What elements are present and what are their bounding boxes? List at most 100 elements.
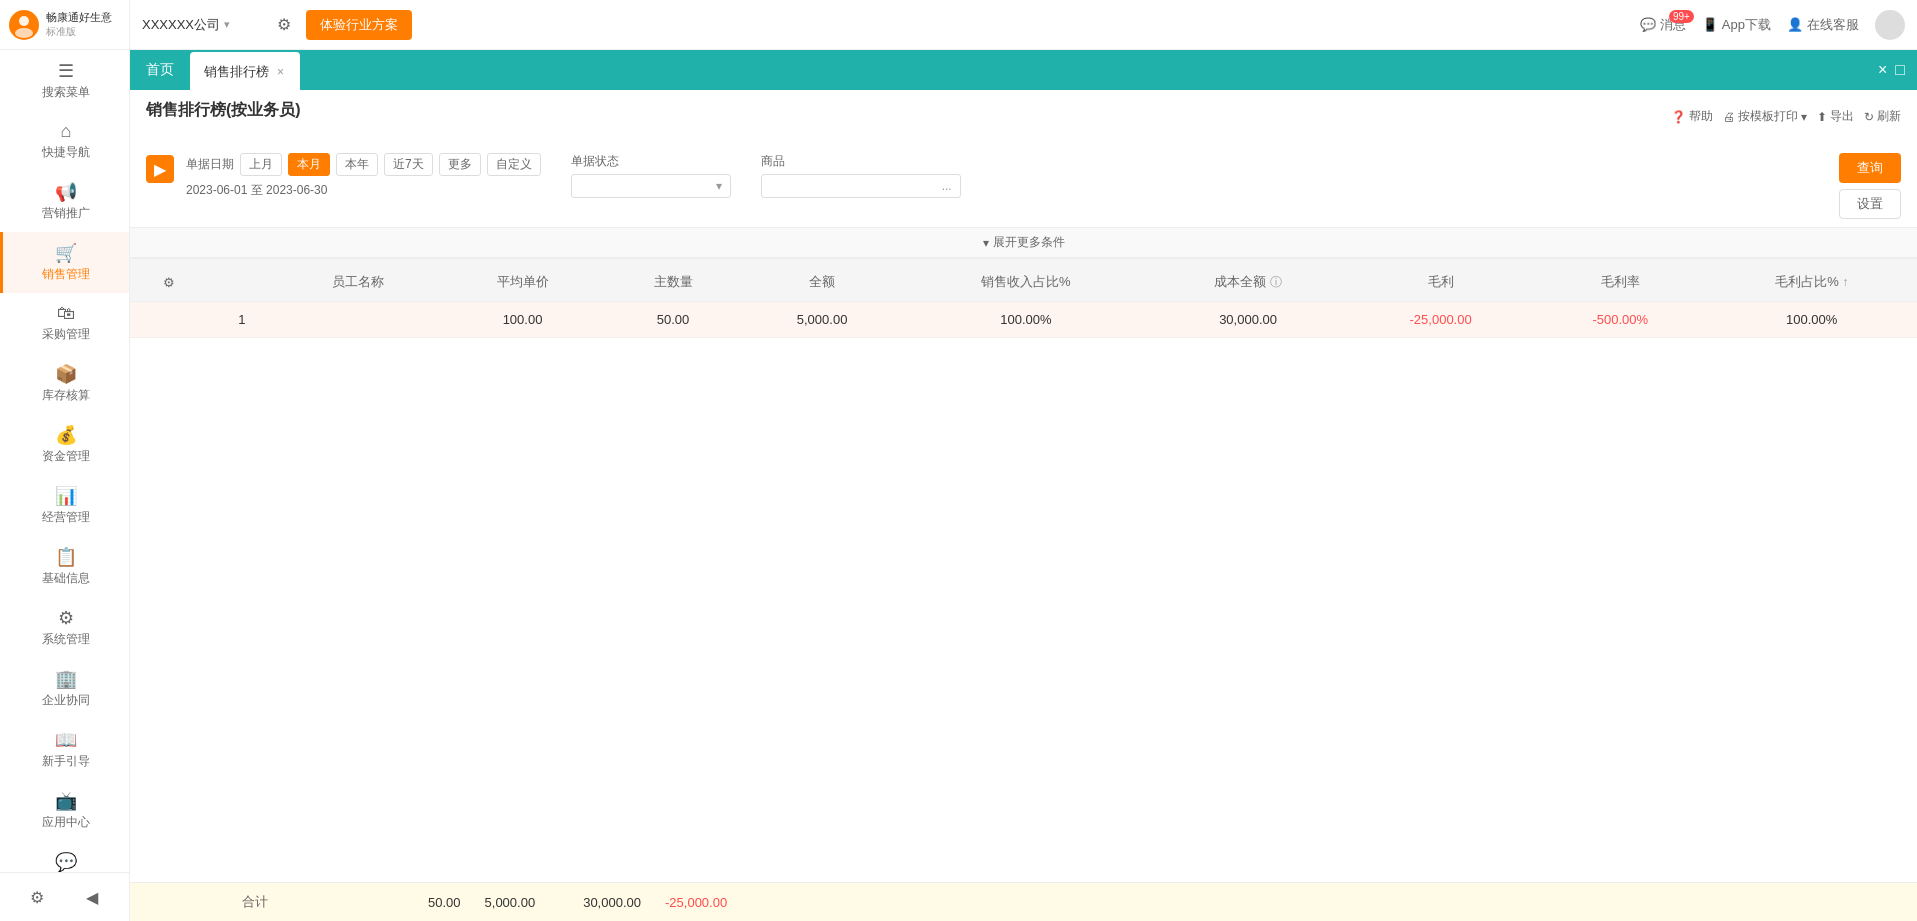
sidebar-item-basic-info[interactable]: 📋 基础信息	[0, 536, 129, 597]
company-selector[interactable]: XXXXXX公司 ▾	[142, 16, 262, 34]
sidebar-item-app-center-label: 应用中心	[42, 814, 90, 831]
date-btn-more[interactable]: 更多	[439, 153, 481, 176]
sidebar-item-marketing[interactable]: 📢 营销推广	[0, 171, 129, 232]
tab-sales-ranking[interactable]: 销售排行榜 ×	[190, 52, 300, 92]
filter-section: 销售排行榜(按业务员) ❓ 帮助 🖨 按模板打印 ▾ ⬆ 导出	[130, 90, 1917, 259]
th-cost: 成本全额 ⓘ	[1149, 263, 1347, 302]
date-btn-custom[interactable]: 自定义	[487, 153, 541, 176]
sidebar-item-finance[interactable]: 💰 资金管理	[0, 414, 129, 475]
sidebar-item-management-label: 经营管理	[42, 509, 90, 526]
sidebar-item-system-label: 系统管理	[42, 631, 90, 648]
user-avatar[interactable]	[1875, 10, 1905, 40]
sidebar-item-search[interactable]: ☰ 搜索菜单	[0, 50, 129, 111]
enterprise-icon: 🏢	[55, 668, 77, 690]
refresh-button[interactable]: ↻ 刷新	[1864, 108, 1901, 125]
status-filter-label: 单据状态	[571, 153, 731, 170]
system-icon: ⚙	[58, 607, 74, 629]
sidebar-item-guide-label: 新手引导	[42, 753, 90, 770]
message-badge: 99+	[1669, 10, 1694, 23]
footer-total-label: 合计	[242, 893, 392, 911]
sidebar-item-sales[interactable]: 🛒 销售管理	[0, 232, 129, 293]
tab-minimize-button[interactable]: ×	[1878, 61, 1887, 79]
sidebar-item-purchase[interactable]: 🛍 采购管理	[0, 293, 129, 353]
tab-close-icon[interactable]: ×	[275, 63, 286, 81]
footer-main-qty: 50.00	[416, 895, 473, 910]
page-content: 销售排行榜(按业务员) ❓ 帮助 🖨 按模板打印 ▾ ⬆ 导出	[130, 90, 1917, 921]
export-button[interactable]: ⬆ 导出	[1817, 108, 1854, 125]
sidebar-item-wechat[interactable]: 💬 企业微信	[0, 841, 129, 872]
sidebar-item-management[interactable]: 📊 经营管理	[0, 475, 129, 536]
status-select[interactable]: ▾	[571, 174, 731, 198]
footer-cost: 30,000.00	[571, 895, 653, 910]
header-right: 💬 消息 99+ 📱 App下载 👤 在线客服	[1640, 10, 1905, 40]
expand-more-button[interactable]: ▾ 展开更多条件	[983, 234, 1065, 251]
sidebar-item-inventory[interactable]: 📦 库存核算	[0, 353, 129, 414]
online-service-button[interactable]: 👤 在线客服	[1787, 16, 1859, 34]
expand-more-label: 展开更多条件	[993, 234, 1065, 251]
expand-more-icon: ▾	[983, 236, 989, 250]
sidebar-collapse-button[interactable]: ◀	[78, 883, 106, 911]
basic-info-icon: 📋	[55, 546, 77, 568]
app-edition: 标准版	[46, 25, 112, 39]
management-icon: 📊	[55, 485, 77, 507]
cell-gross-pct: 100.00%	[1706, 302, 1917, 338]
th-settings[interactable]: ⚙	[130, 263, 208, 302]
date-filter-label: 单据日期	[186, 156, 234, 173]
table-row: 1 100.00 50.00 5,000.00 100.00% 30,000.0…	[130, 302, 1917, 338]
cell-gross-rate: -500.00%	[1534, 302, 1707, 338]
sidebar-settings-button[interactable]: ⚙	[23, 883, 51, 911]
company-name: XXXXXX公司	[142, 16, 220, 34]
date-btn-last-month[interactable]: 上月	[240, 153, 282, 176]
th-main-qty: 主数量	[605, 263, 741, 302]
date-btn-7-days[interactable]: 近7天	[384, 153, 433, 176]
cell-main-qty: 50.00	[605, 302, 741, 338]
sidebar-item-guide[interactable]: 📖 新手引导	[0, 719, 129, 780]
cell-settings	[130, 302, 208, 338]
sidebar-item-system[interactable]: ⚙ 系统管理	[0, 597, 129, 658]
expand-filter-button[interactable]: ▶	[146, 155, 174, 183]
export-icon: ⬆	[1817, 110, 1827, 124]
trial-button[interactable]: 体验行业方案	[306, 10, 412, 40]
help-button[interactable]: ❓ 帮助	[1671, 108, 1713, 125]
tab-maximize-button[interactable]: □	[1895, 61, 1905, 79]
th-gross-rate: 毛利率	[1534, 263, 1707, 302]
cell-rank: 1	[208, 302, 276, 338]
tab-bar: 首页 销售排行榜 × × □	[130, 50, 1917, 90]
date-filter-group: 单据日期 上月 本月 本年 近7天 更多 自定义 2023-06-01 至 20…	[186, 153, 541, 199]
print-button[interactable]: 🖨 按模板打印 ▾	[1723, 108, 1807, 125]
query-button[interactable]: 查询	[1839, 153, 1901, 183]
marketing-icon: 📢	[55, 181, 77, 203]
tab-home[interactable]: 首页	[130, 50, 190, 90]
sidebar-item-inventory-label: 库存核算	[42, 387, 90, 404]
guide-icon: 📖	[55, 729, 77, 751]
sidebar-item-enterprise-label: 企业协同	[42, 692, 90, 709]
print-arrow-icon: ▾	[1801, 110, 1807, 124]
cost-info-icon[interactable]: ⓘ	[1270, 275, 1282, 289]
footer-row: 合计 50.00 5,000.00 30,000.00 -25,000.00	[142, 893, 1905, 911]
gross-pct-sort-icon[interactable]: ↑	[1842, 275, 1848, 289]
help-icon: ❓	[1671, 110, 1686, 124]
sidebar-item-app-center[interactable]: 📺 应用中心	[0, 780, 129, 841]
settings-button[interactable]: 设置	[1839, 189, 1901, 219]
app-download-button[interactable]: 📱 App下载	[1702, 16, 1771, 34]
footer-gross: -25,000.00	[653, 895, 739, 910]
tab-sales-ranking-label: 销售排行榜	[204, 63, 269, 81]
sidebar-item-shortcut[interactable]: ⌂ 快捷导航	[0, 111, 129, 171]
date-btn-this-month[interactable]: 本月	[288, 153, 330, 176]
sidebar-item-finance-label: 资金管理	[42, 448, 90, 465]
app-name: 畅康通好生意	[46, 10, 112, 24]
home-icon: ⌂	[61, 121, 72, 142]
th-employee-name: 员工名称	[276, 263, 441, 302]
th-avg-price: 平均单价	[440, 263, 605, 302]
message-button[interactable]: 💬 消息 99+	[1640, 16, 1686, 34]
main-wrapper: XXXXXX公司 ▾ ⚙ 体验行业方案 💬 消息 99+ 📱 App下载 👤 在…	[130, 0, 1917, 921]
header-settings-button[interactable]: ⚙	[270, 11, 298, 39]
tab-bar-right: × □	[1878, 61, 1917, 79]
goods-select[interactable]: ...	[761, 174, 961, 198]
th-amount: 全额	[741, 263, 903, 302]
date-selector: 单据日期 上月 本月 本年 近7天 更多 自定义	[186, 153, 541, 176]
app-download-icon: 📱	[1702, 17, 1718, 32]
svg-point-1	[19, 16, 29, 26]
sidebar-item-enterprise[interactable]: 🏢 企业协同	[0, 658, 129, 719]
date-btn-this-year[interactable]: 本年	[336, 153, 378, 176]
